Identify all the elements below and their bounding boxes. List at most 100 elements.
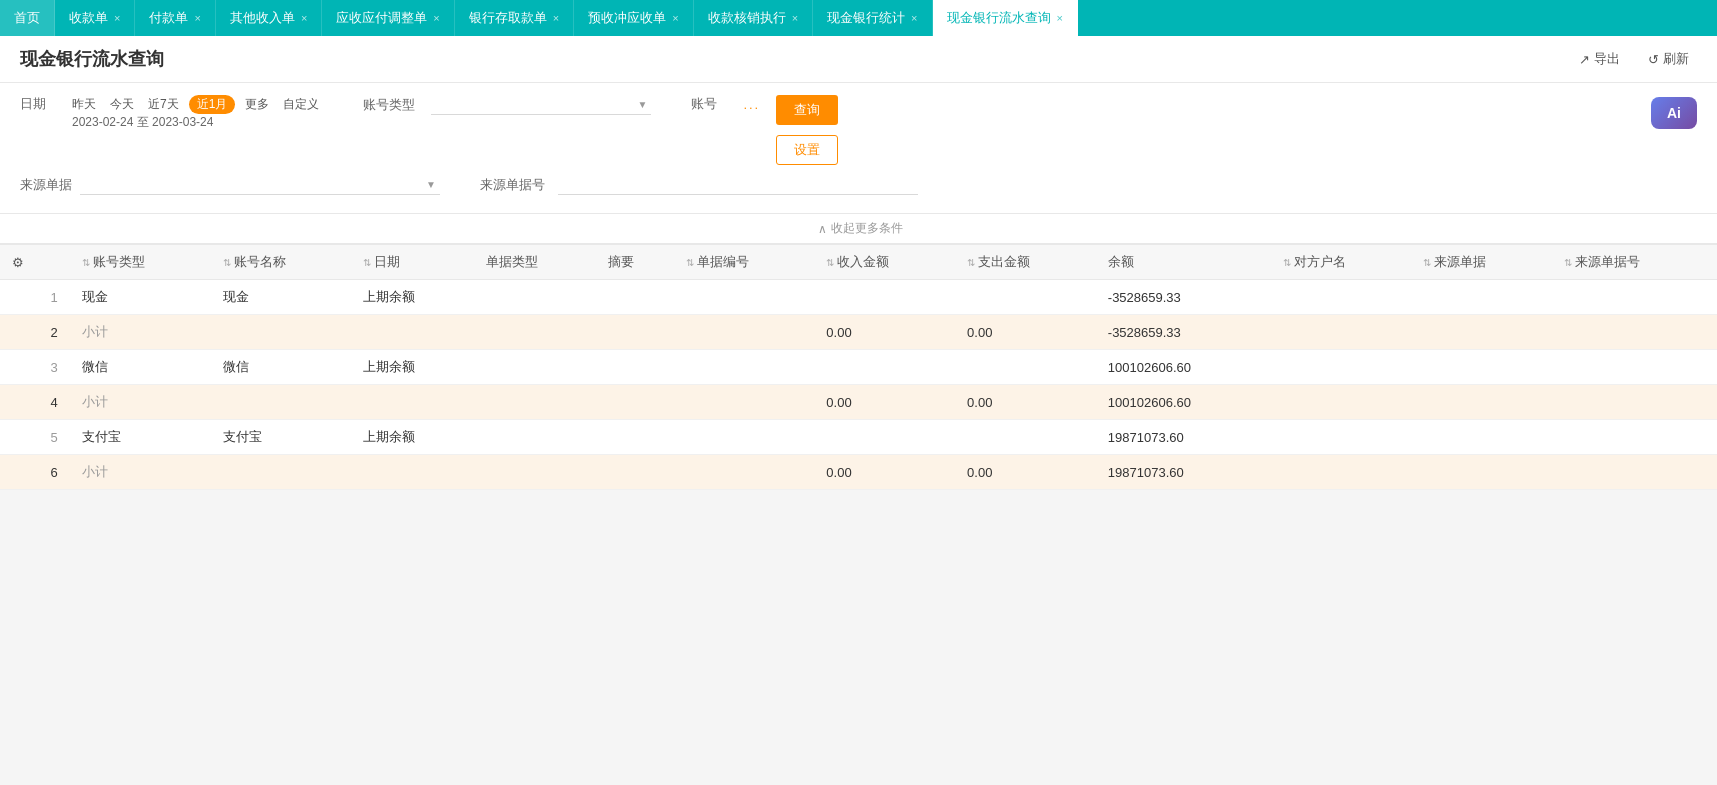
nav-tab-close-4[interactable]: × (553, 12, 559, 24)
nav-tab-close-6[interactable]: × (792, 12, 798, 24)
cell-counterpart (1273, 455, 1414, 490)
cell-income (816, 280, 957, 315)
col-header-doc_type: 单据类型 (476, 245, 598, 280)
refresh-icon: ↺ (1648, 52, 1659, 67)
nav-tab-4[interactable]: 银行存取款单 × (455, 0, 574, 36)
cell-gear (0, 455, 36, 490)
nav-home[interactable]: 首页 (0, 0, 55, 36)
col-header-date[interactable]: 日期 (353, 245, 475, 280)
cell-account_type: 现金 (72, 280, 213, 315)
cell-source_doc (1413, 385, 1554, 420)
col-header-gear: ⚙ (0, 245, 36, 280)
cell-date (353, 385, 475, 420)
export-button[interactable]: ↗ 导出 (1571, 46, 1628, 72)
cell-income (816, 350, 957, 385)
nav-tab-close-5[interactable]: × (672, 12, 678, 24)
nav-tab-close-7[interactable]: × (911, 12, 917, 24)
cell-account_name: 现金 (213, 280, 354, 315)
cell-account_type: 微信 (72, 350, 213, 385)
col-header-source_doc[interactable]: 来源单据 (1413, 245, 1554, 280)
cell-summary (598, 280, 676, 315)
nav-tab-0[interactable]: 收款单× (55, 0, 135, 36)
col-header-account_name[interactable]: 账号名称 (213, 245, 354, 280)
col-header-doc_num[interactable]: 单据编号 (676, 245, 817, 280)
col-header-source_doc_num[interactable]: 来源单据号 (1554, 245, 1717, 280)
cell-balance: 19871073.60 (1098, 420, 1273, 455)
cell-balance: -3528659.33 (1098, 280, 1273, 315)
cell-counterpart (1273, 280, 1414, 315)
refresh-button[interactable]: ↺ 刷新 (1640, 46, 1697, 72)
cell-account_name (213, 385, 354, 420)
shortcut-today[interactable]: 今天 (106, 95, 138, 114)
page-title: 现金银行流水查询 (20, 47, 164, 71)
cell-doc_type (476, 420, 598, 455)
cell-doc_num (676, 350, 817, 385)
cell-date: 上期余额 (353, 350, 475, 385)
nav-tab-6[interactable]: 收款核销执行× (694, 0, 813, 36)
nav-tab-label-8: 现金银行流水查询 (947, 9, 1051, 27)
settings-button[interactable]: 设置 (776, 135, 838, 165)
table-row: 3微信微信上期余额100102606.60 (0, 350, 1717, 385)
table-row: 2小计0.000.00-3528659.33 (0, 315, 1717, 350)
nav-tab-close-3[interactable]: × (433, 12, 439, 24)
top-nav: 首页 收款单×付款单×其他收入单×应收应付调整单×银行存取款单×预收冲应收单×收… (0, 0, 1717, 36)
cell-expense (957, 420, 1098, 455)
cell-expense (957, 280, 1098, 315)
cell-doc_type (476, 315, 598, 350)
nav-tab-1[interactable]: 付款单 × (135, 0, 215, 36)
nav-tab-2[interactable]: 其他收入单× (216, 0, 322, 36)
nav-tab-close-8[interactable]: × (1057, 12, 1063, 24)
source-doc-value (84, 177, 426, 192)
source-doc-num-label: 来源单据号 (480, 176, 550, 194)
account-type-group: 账号类型 ▼ (363, 95, 651, 115)
cell-balance: 100102606.60 (1098, 385, 1273, 420)
nav-tab-close-0[interactable]: × (114, 12, 120, 24)
source-doc-select[interactable]: ▼ (80, 175, 440, 195)
col-header-counterpart[interactable]: 对方户名 (1273, 245, 1414, 280)
cell-expense: 0.00 (957, 455, 1098, 490)
cell-account_name (213, 315, 354, 350)
col-header-account_type[interactable]: 账号类型 (72, 245, 213, 280)
table-row: 1现金现金上期余额-3528659.33 (0, 280, 1717, 315)
col-header-income[interactable]: 收入金额 (816, 245, 957, 280)
cell-balance: 100102606.60 (1098, 350, 1273, 385)
cell-source_doc_num (1554, 420, 1717, 455)
cell-balance: -3528659.33 (1098, 315, 1273, 350)
account-type-select[interactable]: ▼ (431, 95, 651, 115)
shortcut-7days[interactable]: 近7天 (144, 95, 183, 114)
gear-settings-icon[interactable]: ⚙ (12, 255, 24, 270)
cell-expense: 0.00 (957, 315, 1098, 350)
nav-tab-close-2[interactable]: × (301, 12, 307, 24)
col-header-expense[interactable]: 支出金额 (957, 245, 1098, 280)
shortcut-custom[interactable]: 自定义 (279, 95, 323, 114)
nav-tab-label-1: 付款单 (149, 9, 188, 27)
nav-tab-close-1[interactable]: × (194, 12, 200, 24)
nav-tab-7[interactable]: 现金银行统计 × (813, 0, 932, 36)
col-header-num (36, 245, 72, 280)
cell-account_type: 小计 (72, 315, 213, 350)
collapse-bar[interactable]: ∧ 收起更多条件 (0, 214, 1717, 244)
shortcut-more[interactable]: 更多 (241, 95, 273, 114)
nav-tab-3[interactable]: 应收应付调整单× (322, 0, 454, 36)
cell-summary (598, 350, 676, 385)
cell-gear (0, 315, 36, 350)
cell-source_doc_num (1554, 385, 1717, 420)
cell-source_doc_num (1554, 280, 1717, 315)
nav-tab-5[interactable]: 预收冲应收单× (574, 0, 693, 36)
table-row: 6小计0.000.0019871073.60 (0, 455, 1717, 490)
cell-account_type: 小计 (72, 385, 213, 420)
shortcut-yesterday[interactable]: 昨天 (68, 95, 100, 114)
cell-counterpart (1273, 385, 1414, 420)
source-doc-num-input[interactable] (558, 175, 918, 195)
nav-tab-label-7: 现金银行统计 (827, 9, 905, 27)
cell-account_type: 小计 (72, 455, 213, 490)
ai-badge[interactable]: Ai (1651, 97, 1697, 129)
cell-balance: 19871073.60 (1098, 455, 1273, 490)
nav-tab-label-4: 银行存取款单 (469, 9, 547, 27)
query-button[interactable]: 查询 (776, 95, 838, 125)
shortcut-1month[interactable]: 近1月 (189, 95, 236, 114)
cell-doc_type (476, 350, 598, 385)
account-dots-button[interactable]: ... (743, 97, 760, 112)
cell-expense (957, 350, 1098, 385)
nav-tab-8[interactable]: 现金银行流水查询 × (933, 0, 1078, 36)
